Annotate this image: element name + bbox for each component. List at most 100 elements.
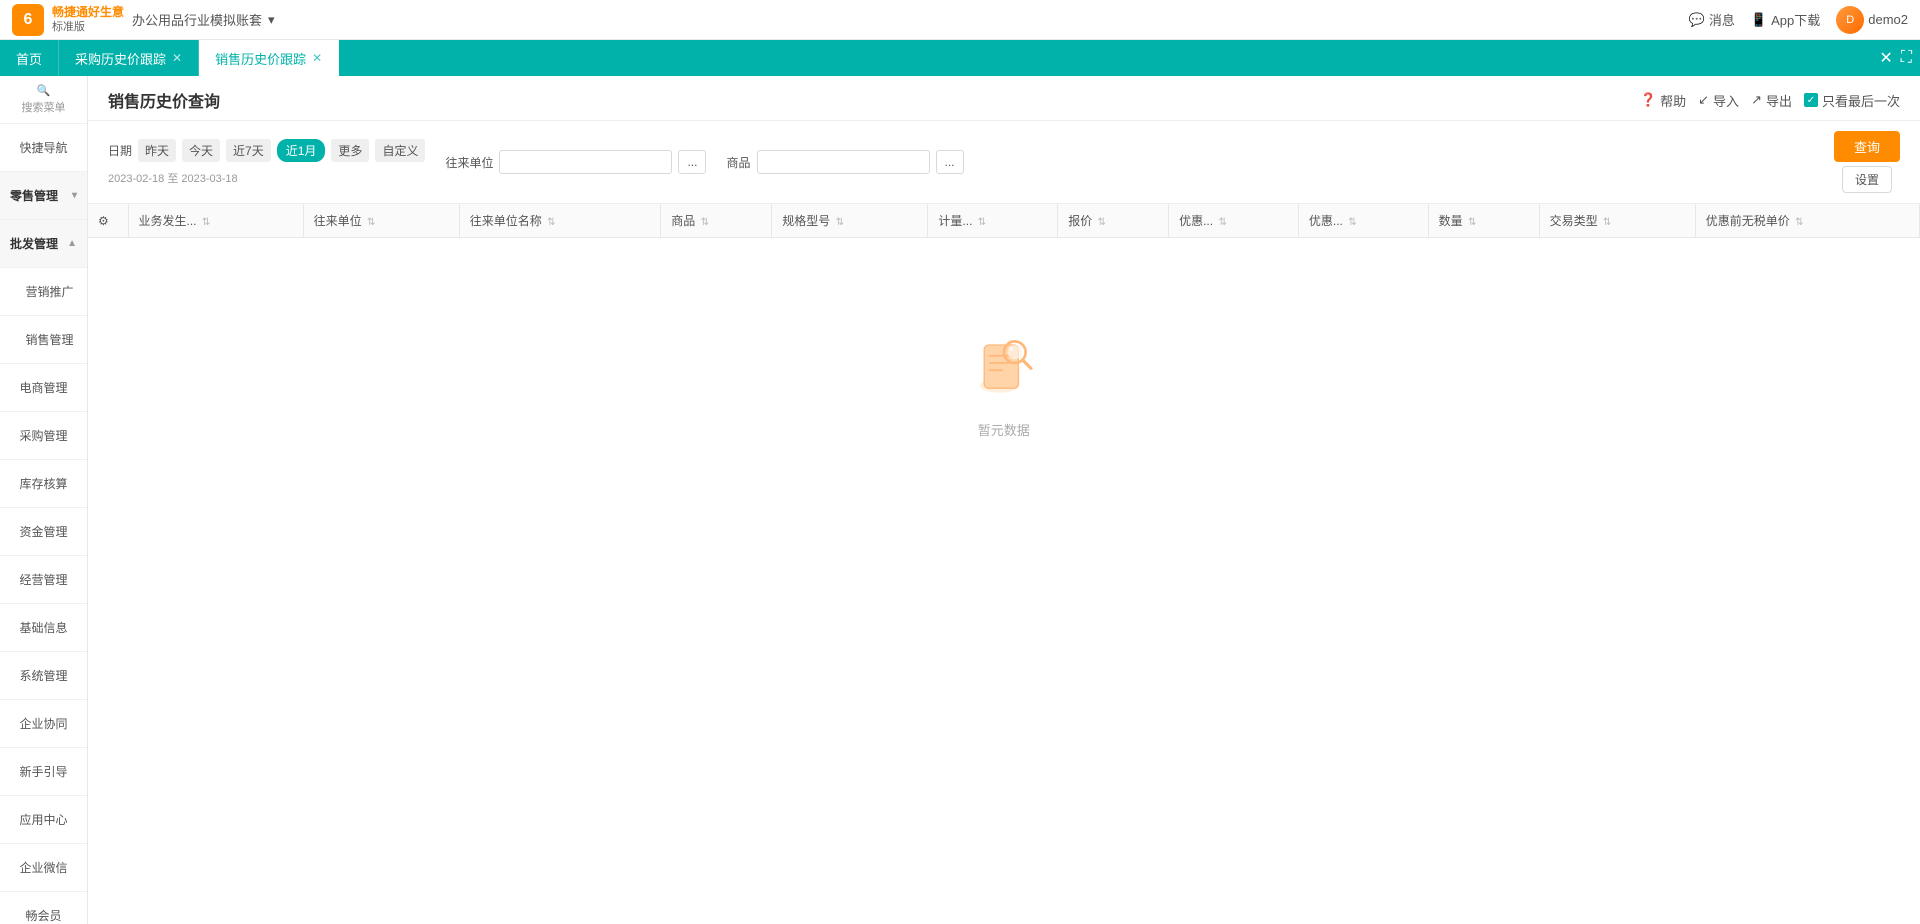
date-filter-row: 日期 昨天 今天 近7天 近1月 更多 自定义 — [108, 139, 425, 162]
only-last-checkbox[interactable]: ✓ 只看最后一次 — [1804, 91, 1900, 110]
tab-sales-history-close-icon[interactable]: ✕ — [312, 51, 322, 65]
product-input[interactable] — [757, 150, 930, 174]
sort-icon-spec: ⇅ — [836, 217, 844, 228]
import-button[interactable]: ↙ 导入 — [1698, 91, 1739, 110]
help-icon: ❓ — [1640, 92, 1656, 108]
th-unit[interactable]: 计量... ⇅ — [928, 204, 1058, 238]
page-title: 销售历史价查询 — [108, 88, 220, 112]
fullscreen-icon[interactable]: ⛶ — [1901, 49, 1912, 67]
th-pre-tax-price[interactable]: 优惠前无税单价 ⇅ — [1695, 204, 1919, 238]
date-btn-7days[interactable]: 近7天 — [226, 139, 271, 162]
marketing-label: 营销推广 — [25, 283, 73, 300]
export-icon: ↗ — [1751, 92, 1762, 108]
message-button[interactable]: 💬 消息 — [1689, 10, 1735, 29]
sidebar-item-ecommerce[interactable]: 电商管理 — [0, 364, 87, 412]
retail-expand-icon: ▾ — [72, 190, 77, 201]
dropdown-icon: ▾ — [268, 12, 275, 28]
empty-state: 暂元数据 — [88, 238, 1920, 519]
date-btn-1month[interactable]: 近1月 — [277, 139, 326, 162]
page-actions: ❓ 帮助 ↙ 导入 ↗ 导出 ✓ 只看最后一次 — [1640, 91, 1900, 110]
sidebar-item-newbie[interactable]: 新手引导 — [0, 748, 87, 796]
corp-wechat-label: 企业微信 — [19, 859, 67, 876]
sidebar-item-operations[interactable]: 经营管理 — [0, 556, 87, 604]
sort-icon-biz-date: ⇅ — [202, 217, 210, 228]
user-menu[interactable]: D demo2 — [1836, 6, 1908, 34]
username: demo2 — [1868, 12, 1908, 27]
table-header-row: ⚙ 业务发生... ⇅ 往来单位 ⇅ 往来单位名称 ⇅ — [88, 204, 1920, 238]
workspace-selector[interactable]: 办公用品行业模拟账套 ▾ — [132, 10, 275, 29]
th-gear[interactable]: ⚙ — [88, 204, 128, 238]
sidebar-item-finance[interactable]: 资金管理 — [0, 508, 87, 556]
th-product[interactable]: 商品 ⇅ — [661, 204, 772, 238]
tab-sales-history[interactable]: 销售历史价跟踪 ✕ — [199, 40, 339, 76]
purchase-label: 采购管理 — [19, 427, 67, 444]
sidebar-item-quick-nav[interactable]: 快捷导航 — [0, 124, 87, 172]
download-icon: 📱 — [1751, 12, 1767, 28]
th-trade-type[interactable]: 交易类型 ⇅ — [1539, 204, 1695, 238]
content-area: 销售历史价查询 ❓ 帮助 ↙ 导入 ↗ 导出 ✓ 只看最后一次 — [88, 76, 1920, 924]
sort-icon-partner-name: ⇅ — [547, 217, 555, 228]
sidebar-item-inventory[interactable]: 库存核算 — [0, 460, 87, 508]
sidebar-item-purchase[interactable]: 采购管理 — [0, 412, 87, 460]
sidebar-item-corp-wechat[interactable]: 企业微信 — [0, 844, 87, 892]
th-spec[interactable]: 规格型号 ⇅ — [772, 204, 928, 238]
app-download-button[interactable]: 📱 App下载 — [1751, 10, 1820, 29]
message-icon: 💬 — [1689, 12, 1705, 28]
newbie-label: 新手引导 — [19, 763, 67, 780]
tab-purchase-history[interactable]: 采购历史价跟踪 ✕ — [59, 40, 199, 76]
query-button[interactable]: 查询 — [1834, 131, 1900, 162]
product-ellipsis-button[interactable]: ... — [936, 150, 964, 174]
inventory-label: 库存核算 — [19, 475, 67, 492]
sidebar-item-enterprise[interactable]: 企业协同 — [0, 700, 87, 748]
sidebar-item-retail[interactable]: 零售管理 ▾ — [0, 172, 87, 220]
workspace-name: 办公用品行业模拟账套 — [132, 10, 262, 29]
sort-icon-trade-type: ⇅ — [1603, 217, 1611, 228]
sidebar-item-base-info[interactable]: 基础信息 — [0, 604, 87, 652]
sort-icon-unit: ⇅ — [978, 217, 986, 228]
sidebar-item-search[interactable]: 🔍 搜索菜单 — [0, 76, 87, 124]
quick-nav-label: 快捷导航 — [19, 139, 67, 156]
sort-icon-partner-code: ⇅ — [367, 217, 375, 228]
th-partner-code[interactable]: 往来单位 ⇅ — [303, 204, 459, 238]
th-biz-date[interactable]: 业务发生... ⇅ — [128, 204, 303, 238]
sort-icon-price: ⇅ — [1098, 217, 1106, 228]
th-discount2[interactable]: 优惠... ⇅ — [1298, 204, 1428, 238]
sidebar-item-app-center[interactable]: 应用中心 — [0, 796, 87, 844]
sort-icon-qty: ⇅ — [1468, 217, 1476, 228]
partner-ellipsis-button[interactable]: ... — [678, 150, 706, 174]
sidebar-item-member[interactable]: 畅会员 — [0, 892, 87, 924]
th-qty[interactable]: 数量 ⇅ — [1428, 204, 1539, 238]
tab-home[interactable]: 首页 — [0, 40, 59, 76]
member-label: 畅会员 — [25, 907, 61, 924]
date-filter-label: 日期 — [108, 142, 132, 159]
tabbar-controls: ✕ ⛶ — [1871, 40, 1920, 76]
export-button[interactable]: ↗ 导出 — [1751, 91, 1792, 110]
operations-label: 经营管理 — [19, 571, 67, 588]
tab-sales-history-label: 销售历史价跟踪 — [215, 49, 306, 68]
empty-text: 暂元数据 — [978, 420, 1030, 439]
settings-button[interactable]: 设置 — [1842, 166, 1892, 193]
sidebar-item-wholesale[interactable]: 批发管理 ▲ — [0, 220, 87, 268]
search-icon: 🔍 — [37, 84, 51, 97]
app-center-label: 应用中心 — [19, 811, 67, 828]
date-btn-custom[interactable]: 自定义 — [375, 139, 425, 162]
topbar: 6 畅捷通好生意 标准版 办公用品行业模拟账套 ▾ 💬 消息 📱 App下载 D… — [0, 0, 1920, 40]
help-button[interactable]: ❓ 帮助 — [1640, 91, 1686, 110]
topbar-right: 💬 消息 📱 App下载 D demo2 — [1689, 6, 1908, 34]
page-header: 销售历史价查询 ❓ 帮助 ↙ 导入 ↗ 导出 ✓ 只看最后一次 — [88, 76, 1920, 121]
close-window-icon[interactable]: ✕ — [1879, 48, 1892, 68]
date-btn-today[interactable]: 今天 — [182, 139, 220, 162]
sort-icon-pre-tax-price: ⇅ — [1795, 217, 1803, 228]
sidebar-item-marketing[interactable]: 营销推广 — [0, 268, 87, 316]
sidebar-item-system[interactable]: 系统管理 — [0, 652, 87, 700]
system-label: 系统管理 — [19, 667, 67, 684]
sidebar-item-sales-mgmt[interactable]: 销售管理 — [0, 316, 87, 364]
th-price[interactable]: 报价 ⇅ — [1058, 204, 1169, 238]
th-discount1[interactable]: 优惠... ⇅ — [1169, 204, 1299, 238]
date-btn-yesterday[interactable]: 昨天 — [138, 139, 176, 162]
tab-purchase-history-close-icon[interactable]: ✕ — [172, 51, 182, 65]
partner-input[interactable] — [499, 150, 672, 174]
th-partner-name[interactable]: 往来单位名称 ⇅ — [459, 204, 661, 238]
date-btn-more[interactable]: 更多 — [331, 139, 369, 162]
gear-icon: ⚙ — [98, 214, 109, 228]
